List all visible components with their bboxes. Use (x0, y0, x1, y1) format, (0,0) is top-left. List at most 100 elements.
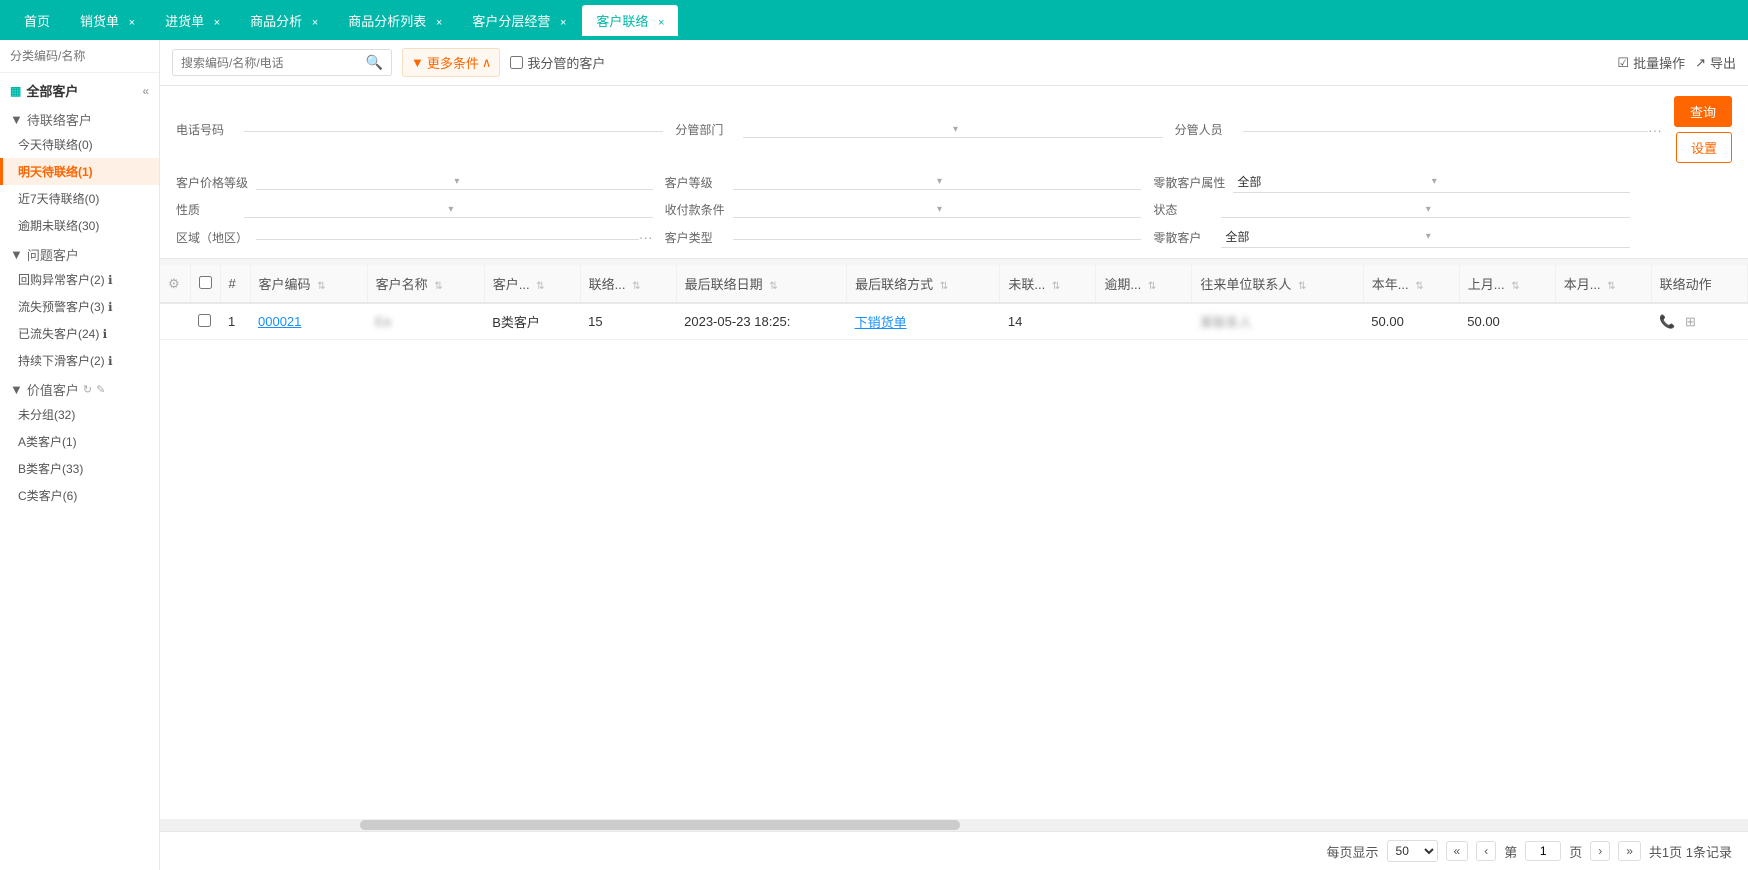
sidebar-item-a-class[interactable]: A类客户(1) (0, 428, 159, 455)
scrollbar-thumb[interactable] (360, 820, 960, 830)
close-icon[interactable]: × (436, 17, 442, 29)
sidebar-item-b-class[interactable]: B类客户(33) (0, 455, 159, 482)
th-no-contact[interactable]: 未联... ⇅ (1000, 265, 1096, 303)
filter-value-level-select[interactable]: ▾ (256, 174, 653, 190)
filter-person-dots[interactable]: ··· (1648, 122, 1662, 138)
sidebar-group-value[interactable]: ▼ 价值客户 ↻ ✎ (0, 374, 159, 401)
th-name[interactable]: 客户名称 ⇅ (367, 265, 484, 303)
batch-op-button[interactable]: ☑ 批量操作 (1617, 53, 1685, 72)
th-overdue[interactable]: 逾期... ⇅ (1096, 265, 1192, 303)
search-input[interactable] (181, 56, 366, 70)
edit-icon[interactable]: ✎ (96, 383, 105, 396)
td-code[interactable]: 000021 (250, 303, 367, 340)
filter-retail-attr-label: 零散客户属性 (1153, 174, 1225, 191)
sidebar-item-churned[interactable]: 已流失客户(24) ℹ (0, 320, 159, 347)
sidebar-item-7days[interactable]: 近7天待联络(0) (0, 185, 159, 212)
th-settings[interactable]: ⚙ (160, 265, 190, 303)
nav-item-3[interactable]: 商品分析列表 × (334, 5, 456, 36)
nav-home[interactable]: 首页 (10, 5, 64, 36)
td-last-method[interactable]: 下销货单 (847, 303, 1000, 340)
th-this-year[interactable]: 本年... ⇅ (1363, 265, 1459, 303)
th-code[interactable]: 客户编码 ⇅ (250, 265, 367, 303)
sidebar-item-overdue[interactable]: 逾期未联络(30) (0, 212, 159, 239)
filter-customer-type-select[interactable] (733, 235, 1142, 240)
all-customers-header[interactable]: ▦ 全部客户 « (0, 73, 159, 104)
filter-value-level: 客户价格等级 ▾ (176, 174, 653, 191)
th-contact[interactable]: 联络... ⇅ (580, 265, 676, 303)
close-icon[interactable]: × (658, 17, 664, 29)
sidebar-item-declining[interactable]: 持续下滑客户(2) ℹ (0, 347, 159, 374)
td-last-month: 50.00 (1459, 303, 1555, 340)
th-unit-contact[interactable]: 往来单位联系人 ⇅ (1192, 265, 1363, 303)
sidebar-item-ungrouped[interactable]: 未分组(32) (0, 401, 159, 428)
filter-customer-type-label: 客户类型 (665, 229, 725, 246)
close-icon[interactable]: × (129, 17, 135, 29)
sidebar-item-repurchase[interactable]: 回购异常客户(2) ℹ (0, 266, 159, 293)
filter-retail-customer-select[interactable]: 全部▾ (1221, 226, 1630, 248)
sidebar-item-tomorrow[interactable]: 明天待联络(1) (0, 158, 159, 185)
chevron-icon: ∧ (482, 55, 492, 71)
horizontal-scrollbar[interactable] (160, 819, 1748, 831)
content-area: 🔍 ▼ 更多条件 ∧ 我分管的客户 ☑ 批量操作 ↗ 导出 (160, 40, 1748, 870)
export-button[interactable]: ↗ 导出 (1695, 53, 1736, 72)
nav-item-1[interactable]: 进货单 × (151, 5, 234, 36)
nav-item-0[interactable]: 销货单 × (66, 5, 149, 36)
th-type[interactable]: 客户... ⇅ (484, 265, 580, 303)
filter-nature: 性质 ▾ (176, 201, 653, 218)
filter-nature-select[interactable]: ▾ (244, 202, 653, 218)
filter-phone-input[interactable] (244, 127, 663, 132)
select-all-checkbox[interactable] (199, 276, 212, 289)
search-icon[interactable]: 🔍 (366, 54, 383, 71)
refresh-icon[interactable]: ↻ (83, 383, 92, 396)
close-icon[interactable]: × (560, 17, 566, 29)
filter-region: 区域（地区） ··· (176, 229, 653, 246)
th-last-method[interactable]: 最后联络方式 ⇅ (847, 265, 1000, 303)
filter-phone-label: 电话号码 (176, 121, 236, 138)
filter-customer-level-select[interactable]: ▾ (733, 174, 1142, 190)
th-last-month[interactable]: 上月... ⇅ (1459, 265, 1555, 303)
filter-region-input[interactable] (256, 235, 639, 240)
filter-status-select[interactable]: ▾ (1221, 202, 1630, 218)
close-icon[interactable]: × (312, 17, 318, 29)
sidebar-item-today[interactable]: 今天待联络(0) (0, 131, 159, 158)
first-page-button[interactable]: « (1446, 841, 1469, 861)
close-icon[interactable]: × (214, 17, 220, 29)
nav-item-2[interactable]: 商品分析 × (236, 5, 332, 36)
more-filter-button[interactable]: ▼ 更多条件 ∧ (402, 48, 500, 77)
my-customer-checkbox[interactable]: 我分管的客户 (510, 53, 605, 72)
filter-region-dots[interactable]: ··· (639, 229, 653, 245)
collapse-icon[interactable]: « (142, 84, 149, 98)
td-settings (160, 303, 190, 340)
next-page-button[interactable]: › (1590, 841, 1610, 861)
filter-dept-select[interactable]: ▾ (743, 122, 1162, 138)
phone-icon[interactable]: 📞 (1659, 314, 1675, 329)
sidebar-group-problem[interactable]: ▼ 问题客户 (0, 239, 159, 266)
last-page-button[interactable]: » (1618, 841, 1641, 861)
td-contact: 15 (580, 303, 676, 340)
filter-retail-attr-select[interactable]: 全部▾ (1233, 171, 1630, 193)
filter-person-input[interactable] (1243, 127, 1648, 132)
set-button[interactable]: 设置 (1676, 132, 1732, 163)
td-unit-contact: 某联系人 (1192, 303, 1363, 340)
nav-item-4[interactable]: 客户分层经营 × (458, 5, 580, 36)
th-last-date[interactable]: 最后联络日期 ⇅ (676, 265, 846, 303)
prev-page-button[interactable]: ‹ (1476, 841, 1496, 861)
grid-action-icon[interactable]: ⊞ (1685, 314, 1696, 329)
sidebar-search-input[interactable] (10, 49, 160, 63)
filter-payment: 收付款条件 ▾ (665, 201, 1142, 218)
th-this-month[interactable]: 本月... ⇅ (1555, 265, 1651, 303)
filter-value-level-label: 客户价格等级 (176, 174, 248, 191)
sidebar-item-churn-warn[interactable]: 流失预警客户(3) ℹ (0, 293, 159, 320)
nav-item-5[interactable]: 客户联络 × (582, 5, 678, 36)
td-no-contact: 14 (1000, 303, 1096, 340)
search-bar-right: ☑ 批量操作 ↗ 导出 (1617, 53, 1736, 72)
pagination-bar: 每页显示 50 20 100 « ‹ 第 页 › » 共1页 1条记录 (160, 831, 1748, 870)
filter-payment-select[interactable]: ▾ (733, 202, 1142, 218)
sidebar-item-c-class[interactable]: C类客户(6) (0, 482, 159, 509)
row-checkbox[interactable] (198, 314, 211, 327)
query-button[interactable]: 查询 (1674, 96, 1732, 127)
sidebar-group-pending[interactable]: ▼ 待联络客户 (0, 104, 159, 131)
my-customer-check-input[interactable] (510, 56, 523, 69)
per-page-select[interactable]: 50 20 100 (1387, 840, 1438, 862)
page-input[interactable] (1525, 841, 1561, 861)
